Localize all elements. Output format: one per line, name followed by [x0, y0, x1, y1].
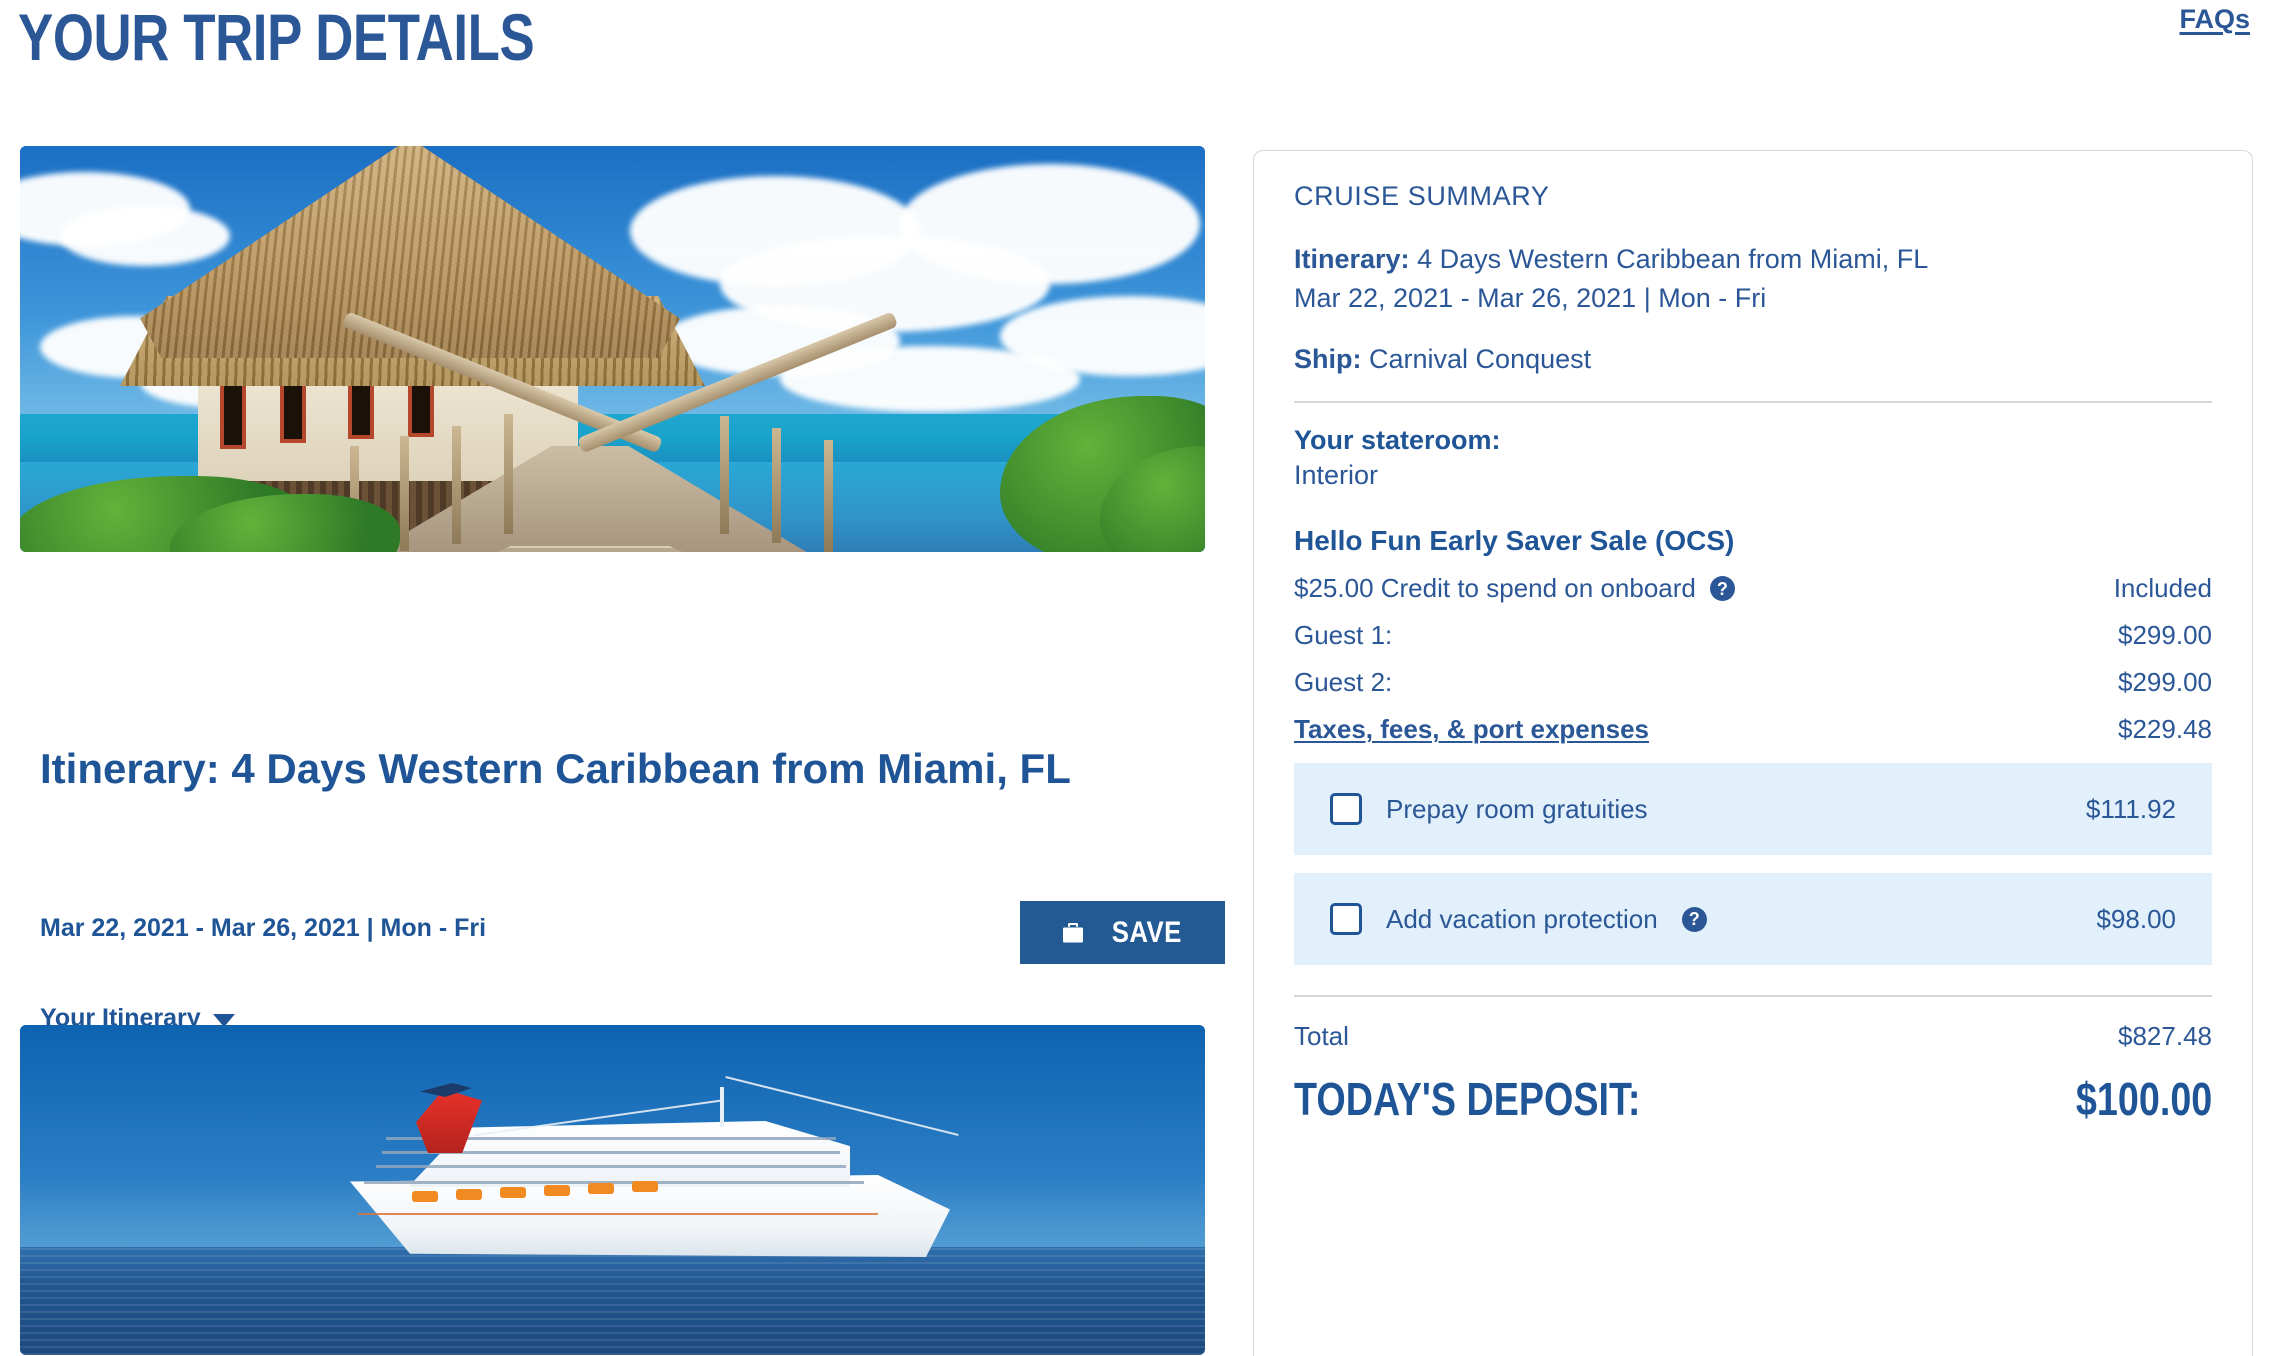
total-row: Total $827.48: [1294, 1021, 2212, 1052]
railing-post: [452, 426, 461, 544]
summary-ship-value: Carnival Conquest: [1369, 344, 1592, 375]
divider: [1294, 995, 2212, 998]
lifeboat: [544, 1185, 570, 1196]
railing-post: [504, 414, 513, 534]
destination-hero-image: [20, 146, 1205, 552]
save-button[interactable]: SAVE: [1020, 901, 1225, 964]
onboard-credit-row: $25.00 Credit to spend on onboard ? Incl…: [1294, 573, 2212, 604]
divider: [1294, 401, 2212, 404]
save-button-label: SAVE: [1111, 915, 1182, 949]
lifeboat: [456, 1189, 482, 1200]
option-row-vacation-protection[interactable]: Add vacation protection ? $98.00: [1294, 873, 2212, 966]
summary-itinerary: Itinerary: 4 Days Western Caribbean from…: [1294, 240, 2212, 279]
onboard-credit-label-wrap: $25.00 Credit to spend on onboard ?: [1294, 573, 1735, 604]
cruise-summary-panel: CRUISE SUMMARY Itinerary: 4 Days Western…: [1253, 150, 2253, 1356]
trip-dates: Mar 22, 2021 - Mar 26, 2021 | Mon - Fri: [40, 914, 487, 942]
panel-title: CRUISE SUMMARY: [1294, 181, 1550, 211]
deposit-value: $100.00: [2075, 1073, 2212, 1126]
help-icon[interactable]: ?: [1681, 906, 1707, 932]
ship-accent-stripe: [358, 1213, 878, 1215]
ship-image: [20, 1025, 1205, 1355]
help-icon[interactable]: ?: [1709, 576, 1735, 602]
taxes-link[interactable]: Taxes, fees, & port expenses: [1294, 714, 1649, 745]
option-row-gratuities[interactable]: Prepay room gratuities $111.92: [1294, 763, 2212, 856]
total-label: Total: [1294, 1021, 1349, 1052]
taxes-value: $229.48: [2118, 714, 2212, 745]
vacation-protection-label: Add vacation protection: [1386, 903, 1658, 934]
briefcase-icon: [1062, 922, 1083, 942]
vacation-protection-checkbox[interactable]: [1330, 903, 1362, 936]
lifeboat: [632, 1181, 658, 1192]
summary-itinerary-key: Itinerary:: [1294, 244, 1410, 274]
lifeboat: [500, 1187, 526, 1198]
guest-1-label: Guest 1:: [1294, 620, 1393, 651]
ship-mast: [720, 1087, 724, 1127]
summary-ship-key: Ship:: [1294, 344, 1362, 375]
ship-deck-line: [376, 1165, 846, 1168]
ship-sea: [20, 1247, 1205, 1355]
vacation-protection-price: $98.00: [2096, 903, 2176, 934]
stateroom-value: Interior: [1294, 460, 1379, 491]
railing-post: [720, 416, 729, 534]
guest-2-price: $299.00: [2118, 667, 2212, 698]
onboard-credit-label: $25.00 Credit to spend on onboard: [1294, 573, 1696, 604]
summary-itinerary-dates: Mar 22, 2021 - Mar 26, 2021 | Mon - Fri: [1294, 283, 1767, 314]
faqs-link[interactable]: FAQs: [2179, 4, 2250, 35]
total-value: $827.48: [2118, 1021, 2212, 1052]
lifeboat: [588, 1183, 614, 1194]
cloud-shape: [900, 164, 1200, 284]
trip-details-page: YOUR TRIP DETAILS FAQs Itinerary: 4 Days…: [0, 0, 2270, 1356]
option-left-gratuities: Prepay room gratuities: [1330, 793, 1648, 826]
onboard-credit-value: Included: [2113, 573, 2212, 604]
lifeboat: [412, 1191, 438, 1202]
prepay-gratuities-label: Prepay room gratuities: [1386, 793, 1648, 824]
deposit-row: TODAY'S DEPOSIT: $100.00: [1294, 1072, 2212, 1126]
page-title: YOUR TRIP DETAILS: [18, 0, 535, 74]
cloud-shape: [780, 346, 1080, 412]
cloud-shape: [60, 206, 230, 266]
summary-ship: Ship: Carnival Conquest: [1294, 340, 2212, 379]
left-column: Itinerary: 4 Days Western Caribbean from…: [20, 146, 1225, 1355]
stateroom-label: Your stateroom:: [1294, 425, 1501, 456]
ship-deck-line: [364, 1181, 864, 1184]
option-left-protection: Add vacation protection ?: [1330, 903, 1707, 936]
deposit-label: TODAY'S DEPOSIT:: [1294, 1073, 1641, 1126]
guest-2-label: Guest 2:: [1294, 667, 1393, 698]
railing-post: [772, 428, 781, 543]
railing-post: [400, 436, 409, 551]
railing-post: [824, 440, 833, 552]
taxes-row: Taxes, fees, & port expenses $229.48: [1294, 714, 2212, 745]
guest-1-price: $299.00: [2118, 620, 2212, 651]
itinerary-heading: Itinerary: 4 Days Western Caribbean from…: [40, 745, 1071, 792]
prepay-gratuities-price: $111.92: [2085, 793, 2176, 824]
guest-2-row: Guest 2: $299.00: [1294, 667, 2212, 698]
sale-title: Hello Fun Early Saver Sale (OCS): [1294, 525, 1735, 557]
hut-window: [220, 379, 246, 449]
guest-1-row: Guest 1: $299.00: [1294, 620, 2212, 651]
summary-itinerary-value: 4 Days Western Caribbean from Miami, FL: [1417, 244, 1929, 274]
prepay-gratuities-checkbox[interactable]: [1330, 793, 1362, 826]
